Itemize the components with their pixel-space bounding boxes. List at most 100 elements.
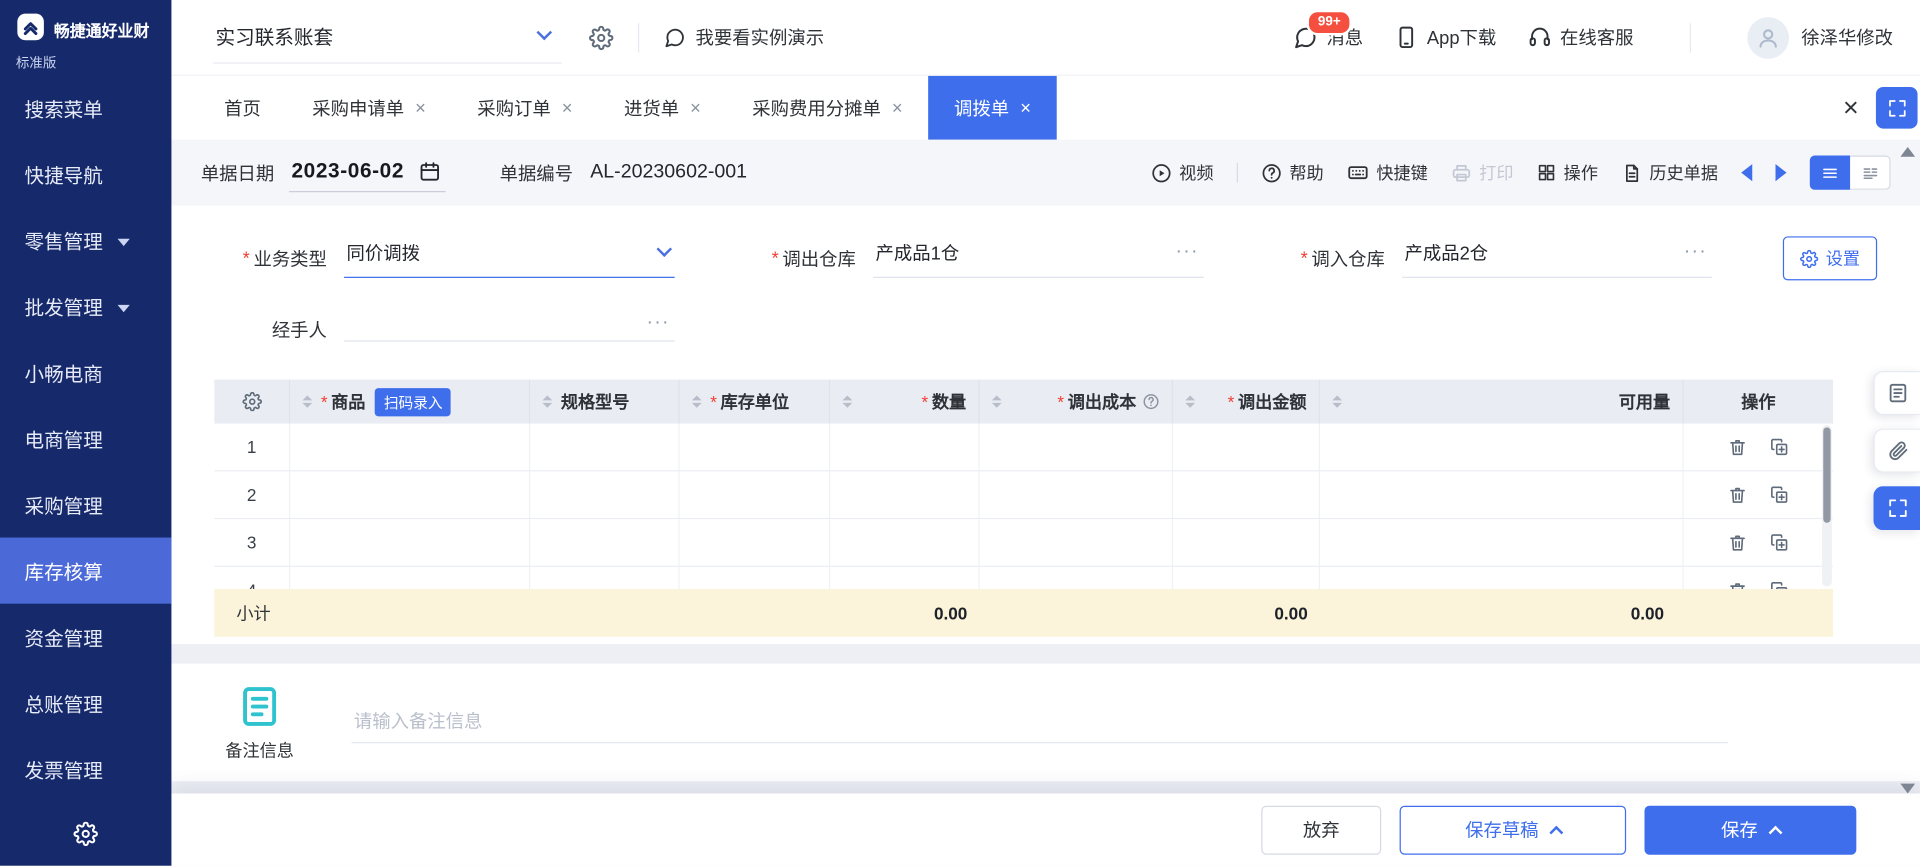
app-download-button[interactable]: App下载 bbox=[1395, 24, 1496, 50]
fullscreen-button[interactable] bbox=[1875, 86, 1918, 129]
cell-out-cost[interactable] bbox=[980, 519, 1174, 566]
column-settings-icon[interactable] bbox=[242, 392, 262, 412]
scan-entry-badge[interactable]: 扫码录入 bbox=[375, 387, 452, 416]
detail-view-button[interactable] bbox=[1850, 155, 1891, 190]
in-warehouse-field[interactable]: 产成品2仓 ··· bbox=[1402, 239, 1712, 278]
sidebar-item-funds[interactable]: 资金管理 bbox=[0, 604, 171, 670]
cell-out-cost[interactable] bbox=[980, 566, 1174, 589]
picker-ellipsis-icon[interactable]: ··· bbox=[1176, 242, 1199, 261]
operations-button[interactable]: 操作 bbox=[1537, 160, 1598, 184]
cell-out-amount[interactable] bbox=[1173, 423, 1320, 471]
account-set-select[interactable]: 实习联系账套 bbox=[213, 11, 563, 64]
sort-icon[interactable] bbox=[542, 395, 553, 408]
col-product[interactable]: * 商品 扫码录入 bbox=[290, 379, 531, 424]
cell-qty[interactable] bbox=[830, 566, 980, 589]
sort-icon[interactable] bbox=[991, 395, 1002, 408]
cell-product[interactable] bbox=[290, 566, 531, 589]
scroll-down-arrow[interactable] bbox=[1900, 783, 1916, 794]
tab-purchase-request[interactable]: 采购申请单 × bbox=[287, 76, 452, 140]
close-tab-icon[interactable]: × bbox=[690, 99, 701, 117]
biz-type-select[interactable]: 同价调拨 bbox=[344, 239, 675, 278]
delete-row-icon[interactable] bbox=[1728, 533, 1748, 553]
history-documents-button[interactable]: 历史单据 bbox=[1621, 160, 1718, 184]
save-draft-button[interactable]: 保存草稿 bbox=[1399, 805, 1627, 855]
cell-out-cost[interactable] bbox=[980, 423, 1174, 471]
cell-unit[interactable] bbox=[680, 519, 831, 566]
next-doc-arrow[interactable] bbox=[1775, 164, 1787, 182]
picker-ellipsis-icon[interactable]: ··· bbox=[1684, 242, 1707, 261]
document-date-field[interactable]: 2023-06-02 bbox=[288, 153, 446, 193]
tab-home[interactable]: 首页 bbox=[198, 76, 286, 140]
sort-icon[interactable] bbox=[842, 395, 853, 408]
cell-spec[interactable] bbox=[530, 566, 680, 589]
picker-ellipsis-icon[interactable]: ··· bbox=[647, 314, 670, 333]
sidebar-item-xiaochang-ecommerce[interactable]: 小畅电商 bbox=[0, 339, 171, 405]
col-spec[interactable]: 规格型号 bbox=[530, 379, 680, 424]
close-tab-icon[interactable]: × bbox=[1020, 99, 1031, 117]
cell-out-amount[interactable] bbox=[1173, 566, 1320, 589]
sidebar-item-quick-nav[interactable]: 快捷导航 bbox=[0, 141, 171, 207]
save-button[interactable]: 保存 bbox=[1644, 805, 1857, 855]
sort-icon[interactable] bbox=[1332, 395, 1343, 408]
sidebar-item-wholesale[interactable]: 批发管理 bbox=[0, 273, 171, 339]
sidebar-item-retail[interactable]: 零售管理 bbox=[0, 207, 171, 273]
avatar[interactable] bbox=[1747, 16, 1789, 59]
print-button[interactable]: 打印 bbox=[1451, 160, 1513, 184]
col-out-cost[interactable]: * 调出成本 bbox=[980, 379, 1174, 424]
cell-out-cost[interactable] bbox=[980, 471, 1174, 518]
hotkeys-button[interactable]: 快捷键 bbox=[1347, 160, 1428, 184]
cell-out-amount[interactable] bbox=[1173, 519, 1320, 566]
cell-out-amount[interactable] bbox=[1173, 471, 1320, 518]
sidebar-settings-button[interactable] bbox=[0, 802, 171, 866]
sidebar-item-search-menu[interactable]: 搜索菜单 bbox=[0, 75, 171, 141]
copy-row-icon[interactable] bbox=[1769, 580, 1789, 589]
tab-purchase-cost-allocation[interactable]: 采购费用分摊单 × bbox=[727, 76, 929, 140]
delete-row-icon[interactable] bbox=[1728, 437, 1748, 457]
col-qty[interactable]: * 数量 bbox=[830, 379, 980, 424]
copy-row-icon[interactable] bbox=[1769, 485, 1789, 505]
close-pane-icon[interactable]: × bbox=[1843, 94, 1859, 121]
copy-row-icon[interactable] bbox=[1769, 437, 1789, 457]
sidebar-item-purchase[interactable]: 采购管理 bbox=[0, 471, 171, 537]
col-available[interactable]: 可用量 bbox=[1320, 379, 1684, 424]
table-scrollbar-thumb[interactable] bbox=[1823, 427, 1831, 523]
cell-unit[interactable] bbox=[680, 471, 831, 518]
float-note-button[interactable] bbox=[1873, 371, 1920, 416]
close-tab-icon[interactable]: × bbox=[415, 99, 426, 117]
sidebar-item-general-ledger[interactable]: 总账管理 bbox=[0, 670, 171, 736]
delete-row-icon[interactable] bbox=[1728, 485, 1748, 505]
sort-icon[interactable] bbox=[691, 395, 702, 408]
col-unit[interactable]: * 库存单位 bbox=[680, 379, 831, 424]
list-view-button[interactable] bbox=[1809, 155, 1851, 190]
cell-qty[interactable] bbox=[830, 471, 980, 518]
online-service-button[interactable]: 在线客服 bbox=[1528, 24, 1633, 50]
sort-icon[interactable] bbox=[302, 395, 313, 408]
handler-field[interactable]: ··· bbox=[344, 314, 675, 342]
tab-transfer-order[interactable]: 调拨单 × bbox=[928, 75, 1057, 140]
account-settings-gear-icon[interactable] bbox=[589, 25, 613, 49]
float-expand-button[interactable] bbox=[1873, 486, 1920, 531]
cell-qty[interactable] bbox=[830, 519, 980, 566]
cell-qty[interactable] bbox=[830, 423, 980, 471]
sidebar-item-invoice[interactable]: 发票管理 bbox=[0, 736, 171, 802]
sidebar-item-ecommerce[interactable]: 电商管理 bbox=[0, 405, 171, 471]
cell-spec[interactable] bbox=[530, 519, 680, 566]
remark-input[interactable] bbox=[351, 701, 1728, 744]
tab-purchase-order[interactable]: 采购订单 × bbox=[452, 76, 599, 140]
sort-icon[interactable] bbox=[1185, 395, 1196, 408]
info-icon[interactable] bbox=[1142, 393, 1159, 410]
cell-product[interactable] bbox=[290, 471, 531, 518]
tab-goods-receipt[interactable]: 进货单 × bbox=[598, 76, 726, 140]
help-button[interactable]: 帮助 bbox=[1261, 160, 1324, 184]
col-out-amount[interactable]: * 调出金额 bbox=[1173, 379, 1320, 424]
sidebar-item-inventory-accounting[interactable]: 库存核算 bbox=[0, 537, 172, 604]
cell-unit[interactable] bbox=[680, 423, 831, 471]
table-scrollbar[interactable] bbox=[1822, 424, 1832, 587]
messages-button[interactable]: 99+ 消息 bbox=[1293, 9, 1363, 50]
close-tab-icon[interactable]: × bbox=[892, 99, 903, 117]
grid-settings-button[interactable]: 设置 bbox=[1782, 236, 1878, 281]
cell-unit[interactable] bbox=[680, 566, 831, 589]
cell-spec[interactable] bbox=[530, 423, 680, 471]
cell-product[interactable] bbox=[290, 519, 531, 566]
demo-link[interactable]: 我要看实例演示 bbox=[664, 24, 824, 50]
